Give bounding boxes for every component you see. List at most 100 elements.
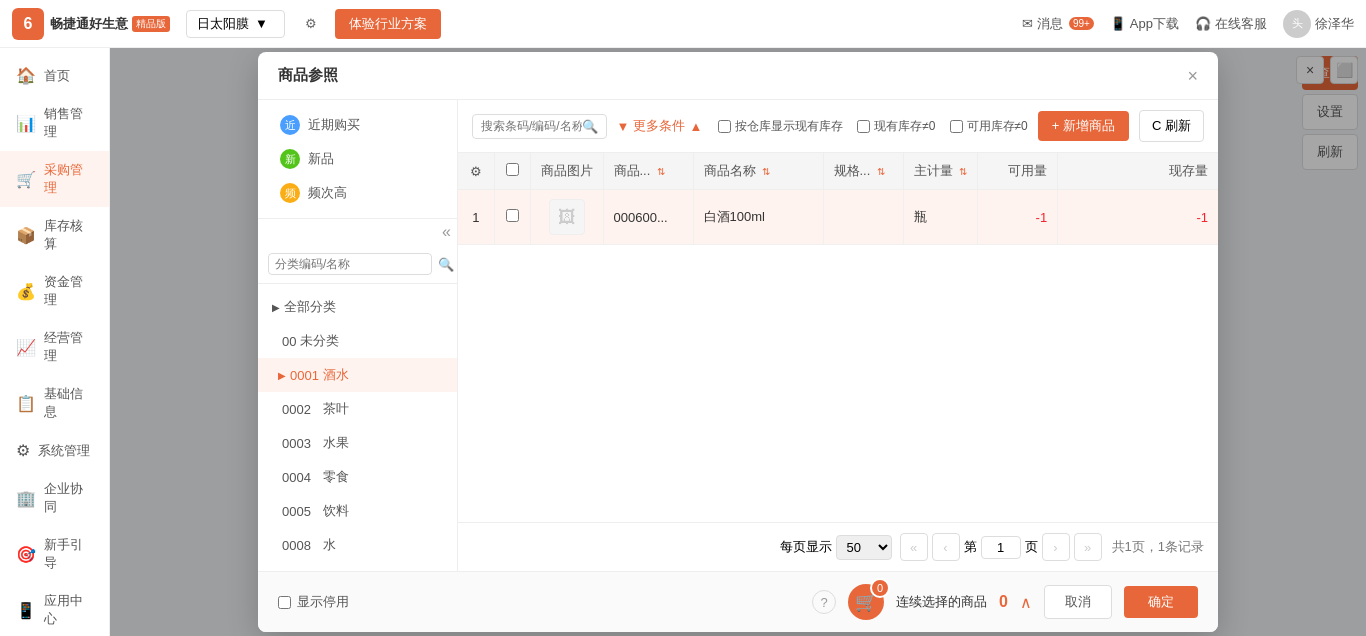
sort-name-icon: ⇅ — [762, 166, 770, 177]
product-table: ⚙ 商品图片 商品... — [458, 153, 1218, 245]
sidebar-item-apps[interactable]: 📱 应用中心 — [0, 582, 109, 636]
cancel-button[interactable]: 取消 — [1044, 585, 1112, 619]
modal-body: 近 近期购买 新 新品 频 频次高 — [258, 100, 1218, 571]
cat-item-appliance[interactable]: 0010 家电 — [258, 562, 457, 571]
experience-button[interactable]: 体验行业方案 — [335, 9, 441, 39]
app-download-button[interactable]: 📱 App下载 — [1110, 15, 1179, 33]
add-product-button[interactable]: + 新增商品 — [1038, 111, 1129, 141]
cat-code-water: 0008 — [282, 538, 311, 553]
sidebar-item-home[interactable]: 🏠 首页 — [0, 56, 109, 95]
cat-item-fruit[interactable]: 0003 水果 — [258, 426, 457, 460]
row-stock-cell: -1 — [1058, 190, 1218, 245]
warehouse-stock-label: 按仓库显示现有库存 — [735, 118, 843, 135]
more-filter-button[interactable]: ▼ 更多条件 ▲ — [617, 117, 703, 135]
avail-nonzero-checkbox[interactable]: 可用库存≠0 — [950, 118, 1028, 135]
quick-label-recent: 近期购买 — [308, 116, 360, 134]
store-dropdown[interactable]: 日太阳膜 ▼ — [186, 10, 285, 38]
avail-nonzero-input[interactable] — [950, 120, 963, 133]
quick-item-recent[interactable]: 近 近期购买 — [270, 108, 445, 142]
cat-label-all: 全部分类 — [284, 298, 336, 316]
cat-item-snack[interactable]: 0004 零食 — [258, 460, 457, 494]
message-badge: 99+ — [1069, 17, 1094, 30]
cat-item-liquor[interactable]: ▶ 0001 酒水 — [258, 358, 457, 392]
quick-label-new: 新品 — [308, 150, 334, 168]
settings-gear-icon[interactable]: ⚙ — [295, 8, 327, 40]
first-page-button[interactable]: « — [900, 533, 928, 561]
search-icon[interactable]: 🔍 — [582, 119, 598, 134]
product-reference-modal: 商品参照 × 近 近期购买 新 — [258, 52, 1218, 632]
sidebar-item-system[interactable]: ⚙ 系统管理 — [0, 431, 109, 470]
modal-close-button[interactable]: × — [1187, 67, 1198, 85]
next-page-button[interactable]: › — [1042, 533, 1070, 561]
message-button[interactable]: ✉ 消息 99+ — [1022, 15, 1094, 33]
col-image-label: 商品图片 — [541, 163, 593, 178]
collapse-cart-icon[interactable]: ∧ — [1020, 593, 1032, 612]
sidebar-label-basic-info: 基础信息 — [44, 385, 93, 421]
product-search-input[interactable] — [481, 119, 582, 133]
selected-count: 0 — [999, 593, 1008, 611]
cat-item-drink[interactable]: 0005 饮料 — [258, 494, 457, 528]
confirm-button[interactable]: 确定 — [1124, 586, 1198, 618]
col-unit[interactable]: 主计量 ⇅ — [903, 153, 978, 190]
select-all-checkbox[interactable] — [506, 163, 519, 176]
help-icon[interactable]: ? — [812, 590, 836, 614]
stock-nonzero-input[interactable] — [857, 120, 870, 133]
refresh-button[interactable]: C 刷新 — [1139, 110, 1204, 142]
page-size-select[interactable]: 50 10 20 100 — [836, 535, 892, 560]
page-unit: 页 — [1025, 538, 1038, 556]
sidebar-item-inventory[interactable]: 📦 库存核算 — [0, 207, 109, 263]
prev-page-button[interactable]: ‹ — [932, 533, 960, 561]
table-row[interactable]: 1 🖼 000600... — [458, 190, 1218, 245]
col-name[interactable]: 商品名称 ⇅ — [693, 153, 823, 190]
logo-text: 畅捷通好生意 — [50, 15, 128, 33]
cat-code-drink: 0005 — [282, 504, 311, 519]
sidebar-item-operations[interactable]: 📈 经营管理 — [0, 319, 109, 375]
online-service-button[interactable]: 🎧 在线客服 — [1195, 15, 1267, 33]
stock-nonzero-label: 现有库存≠0 — [874, 118, 935, 135]
row-checkbox[interactable] — [506, 209, 519, 222]
modal-right-panel: 🔍 ▼ 更多条件 ▲ 按仓库显示现有库存 — [458, 100, 1218, 571]
cat-item-tea[interactable]: 0002 茶叶 — [258, 392, 457, 426]
col-spec[interactable]: 规格... ⇅ — [823, 153, 903, 190]
filter-icon: ▼ — [617, 119, 630, 134]
display-disabled-option[interactable]: 显示停用 — [278, 593, 349, 611]
quick-item-new[interactable]: 新 新品 — [270, 142, 445, 176]
logo-area: 6 畅捷通好生意 精品版 — [12, 8, 170, 40]
user-area[interactable]: 头 徐泽华 — [1283, 10, 1354, 38]
category-search-icon[interactable]: 🔍 — [438, 257, 454, 272]
username: 徐泽华 — [1315, 15, 1354, 33]
cat-item-uncategorized[interactable]: 00 未分类 — [258, 324, 457, 358]
message-label: 消息 — [1037, 15, 1063, 33]
sidebar-item-sales[interactable]: 📊 销售管理 — [0, 95, 109, 151]
row-name-cell: 白酒100ml — [693, 190, 823, 245]
collapse-left-icon[interactable]: « — [442, 223, 451, 240]
cart-button[interactable]: 🛒 0 — [848, 584, 884, 620]
cat-item-water[interactable]: 0008 水 — [258, 528, 457, 562]
col-settings[interactable]: ⚙ — [458, 153, 494, 190]
sidebar-item-enterprise[interactable]: 🏢 企业协同 — [0, 470, 109, 526]
sidebar-label-purchase: 采购管理 — [44, 161, 93, 197]
row-checkbox-cell[interactable] — [494, 190, 530, 245]
sidebar-label-home: 首页 — [44, 67, 70, 85]
sidebar-item-purchase[interactable]: 🛒 采购管理 — [0, 151, 109, 207]
warehouse-stock-input[interactable] — [718, 120, 731, 133]
sidebar-item-finance[interactable]: 💰 资金管理 — [0, 263, 109, 319]
quick-nav-section: 近 近期购买 新 新品 频 频次高 — [258, 100, 457, 219]
cat-name-liquor: 酒水 — [323, 366, 349, 384]
page-number-input[interactable] — [981, 536, 1021, 559]
app-download-icon: 📱 — [1110, 16, 1126, 31]
search-input-wrapper: 🔍 — [472, 114, 607, 139]
stock-nonzero-checkbox[interactable]: 现有库存≠0 — [857, 118, 935, 135]
col-code[interactable]: 商品... ⇅ — [603, 153, 693, 190]
category-search-input[interactable] — [268, 253, 432, 275]
cat-item-all[interactable]: ▶ 全部分类 — [258, 290, 457, 324]
basic-info-icon: 📋 — [16, 394, 36, 413]
display-disabled-checkbox[interactable] — [278, 596, 291, 609]
last-page-button[interactable]: » — [1074, 533, 1102, 561]
sidebar-item-guide[interactable]: 🎯 新手引导 — [0, 526, 109, 582]
sidebar-item-basic-info[interactable]: 📋 基础信息 — [0, 375, 109, 431]
collapse-left-panel[interactable]: « — [258, 219, 457, 245]
page-size-label: 每页显示 — [780, 538, 832, 556]
warehouse-stock-checkbox[interactable]: 按仓库显示现有库存 — [718, 118, 843, 135]
quick-item-frequent[interactable]: 频 频次高 — [270, 176, 445, 210]
